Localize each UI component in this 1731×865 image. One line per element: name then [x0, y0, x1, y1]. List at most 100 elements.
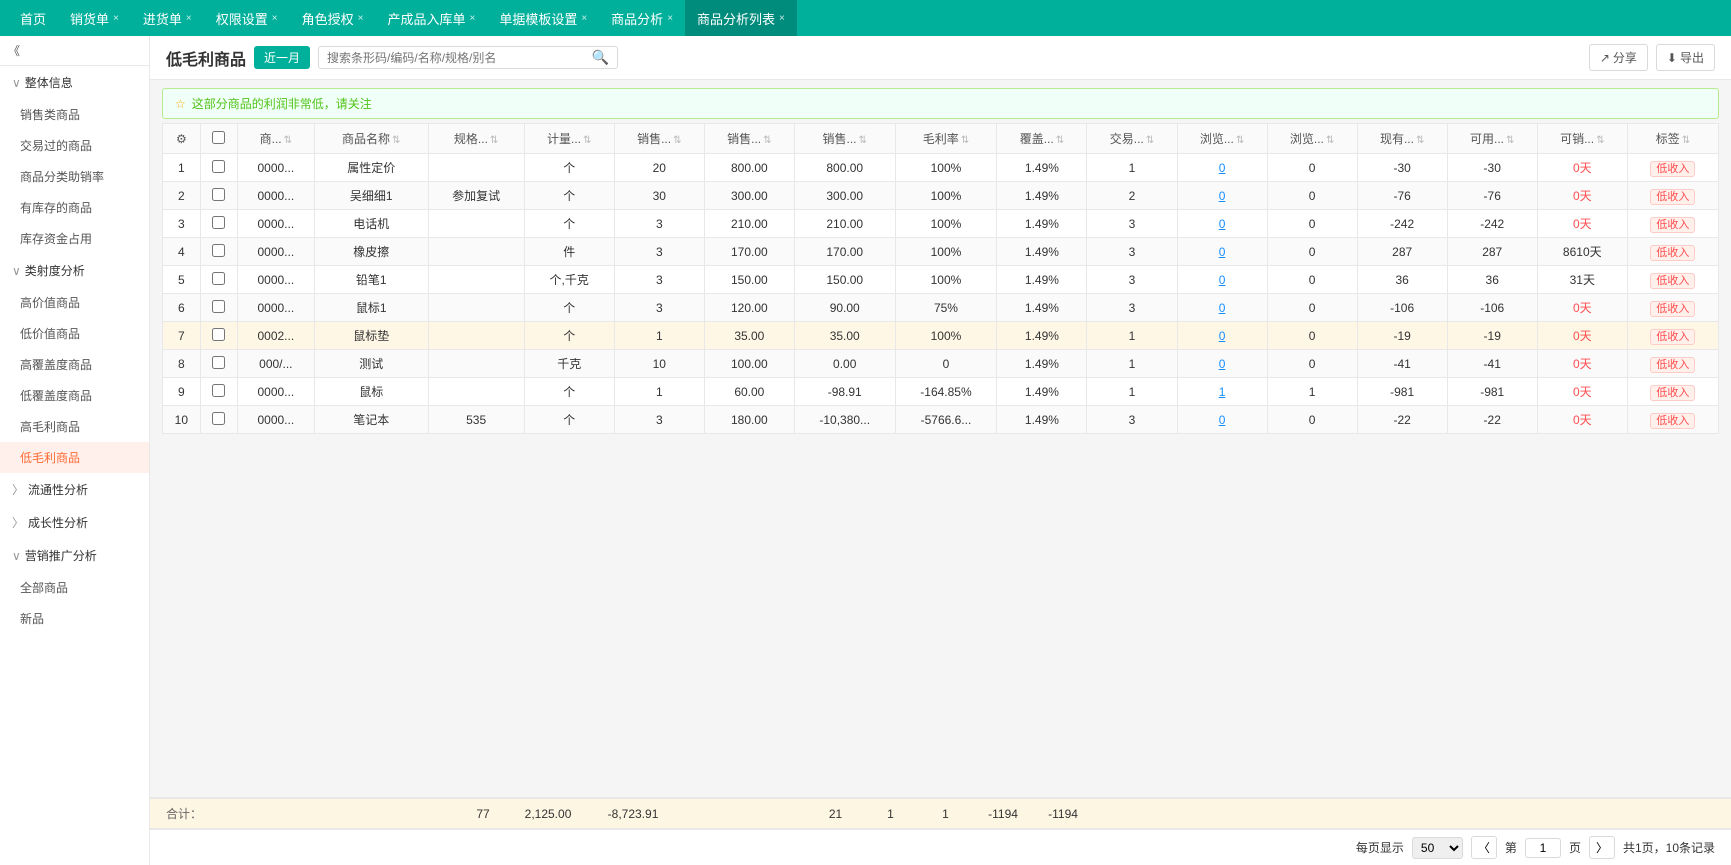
row-select-checkbox[interactable]: [212, 412, 225, 425]
row-browse1[interactable]: 0: [1177, 350, 1267, 378]
sidebar-item-new-goods[interactable]: 新品: [0, 603, 149, 634]
row-browse1[interactable]: 0: [1177, 266, 1267, 294]
col-code[interactable]: 商...⇅: [237, 124, 314, 154]
row-browse1[interactable]: 1: [1177, 378, 1267, 406]
close-icon[interactable]: ×: [581, 13, 587, 24]
col-trade[interactable]: 交易...⇅: [1087, 124, 1177, 154]
nav-permission-settings[interactable]: 权限设置 ×: [204, 0, 290, 36]
row-browse1[interactable]: 0: [1177, 322, 1267, 350]
col-available[interactable]: 可用...⇅: [1447, 124, 1537, 154]
close-icon[interactable]: ×: [272, 13, 278, 24]
col-browse2[interactable]: 浏览...⇅: [1267, 124, 1357, 154]
close-icon[interactable]: ×: [779, 13, 785, 24]
sidebar-group-class-analysis[interactable]: ∨ 类射度分析: [0, 254, 149, 287]
col-sale-amt[interactable]: 销售...⇅: [704, 124, 794, 154]
sidebar-item-high-value[interactable]: 高价值商品: [0, 287, 149, 318]
sidebar-item-low-coverage[interactable]: 低覆盖度商品: [0, 380, 149, 411]
nav-home[interactable]: 首页: [8, 0, 58, 36]
chevron-right-icon: 〉: [12, 481, 24, 498]
sidebar-item-traded-goods[interactable]: 交易过的商品: [0, 130, 149, 161]
table-row[interactable]: 10 0000... 笔记本 535 个 3 180.00 -10,380...…: [163, 406, 1719, 434]
sidebar-item-high-coverage[interactable]: 高覆盖度商品: [0, 349, 149, 380]
select-all-checkbox[interactable]: [212, 131, 225, 144]
row-unit: 千克: [524, 350, 614, 378]
page-input[interactable]: [1525, 838, 1561, 858]
sidebar-item-all-goods[interactable]: 全部商品: [0, 572, 149, 603]
row-select-checkbox[interactable]: [212, 244, 225, 257]
next-page-button[interactable]: 〉: [1589, 836, 1615, 859]
sidebar-collapse-btn[interactable]: 《: [8, 42, 141, 59]
table-row[interactable]: 2 0000... 吴细细1 参加复试 个 30 300.00 300.00 1…: [163, 182, 1719, 210]
table-row[interactable]: 5 0000... 铅笔1 个,千克 3 150.00 150.00 100% …: [163, 266, 1719, 294]
row-select-checkbox[interactable]: [212, 272, 225, 285]
col-name[interactable]: 商品名称⇅: [314, 124, 428, 154]
row-select-checkbox[interactable]: [212, 188, 225, 201]
close-icon[interactable]: ×: [469, 13, 475, 24]
sidebar-item-inventory-capital[interactable]: 库存资金占用: [0, 223, 149, 254]
date-filter-button[interactable]: 近一月: [254, 46, 310, 69]
col-sale-qty[interactable]: 销售...⇅: [614, 124, 704, 154]
row-sale-qty: 1: [614, 322, 704, 350]
row-browse1[interactable]: 0: [1177, 294, 1267, 322]
sidebar-item-low-margin[interactable]: 低毛利商品: [0, 442, 149, 473]
col-saleable[interactable]: 可销...⇅: [1537, 124, 1627, 154]
nav-purchase-order[interactable]: 进货单 ×: [131, 0, 204, 36]
row-select-checkbox[interactable]: [212, 216, 225, 229]
sidebar-group-marketing[interactable]: ∨ 营销推广分析: [0, 539, 149, 572]
table-row[interactable]: 8 000/... 测试 千克 10 100.00 0.00 0 1.49% 1…: [163, 350, 1719, 378]
row-browse1[interactable]: 0: [1177, 406, 1267, 434]
close-icon[interactable]: ×: [186, 13, 192, 24]
row-spec: [428, 210, 524, 238]
col-browse1[interactable]: 浏览...⇅: [1177, 124, 1267, 154]
nav-product-analysis-list[interactable]: 商品分析列表 ×: [685, 0, 797, 36]
search-input[interactable]: [327, 51, 592, 65]
nav-role-auth[interactable]: 角色授权 ×: [290, 0, 376, 36]
nav-product-analysis[interactable]: 商品分析 ×: [599, 0, 685, 36]
row-browse1[interactable]: 0: [1177, 238, 1267, 266]
row-select-checkbox[interactable]: [212, 384, 225, 397]
table-row[interactable]: 7 0002... 鼠标垫 个 1 35.00 35.00 100% 1.49%…: [163, 322, 1719, 350]
nav-product-entry[interactable]: 产成品入库单 ×: [375, 0, 487, 36]
col-sale-profit[interactable]: 销售...⇅: [794, 124, 895, 154]
nav-sales-order[interactable]: 销货单 ×: [58, 0, 131, 36]
col-unit[interactable]: 计量...⇅: [524, 124, 614, 154]
col-gross-rate[interactable]: 毛利率⇅: [895, 124, 997, 154]
row-name: 鼠标1: [314, 294, 428, 322]
col-current[interactable]: 现有...⇅: [1357, 124, 1447, 154]
row-select-checkbox[interactable]: [212, 300, 225, 313]
search-icon[interactable]: 🔍: [592, 49, 609, 66]
page-size-select[interactable]: 50 100 200: [1412, 837, 1463, 859]
row-browse1[interactable]: 0: [1177, 210, 1267, 238]
row-trade: 1: [1087, 322, 1177, 350]
export-button[interactable]: ⬇ 导出: [1656, 44, 1715, 71]
sidebar-item-low-value[interactable]: 低价值商品: [0, 318, 149, 349]
table-row[interactable]: 9 0000... 鼠标 个 1 60.00 -98.91 -164.85% 1…: [163, 378, 1719, 406]
close-icon[interactable]: ×: [358, 13, 364, 24]
row-browse1[interactable]: 0: [1177, 182, 1267, 210]
col-coverage[interactable]: 覆盖...⇅: [997, 124, 1087, 154]
row-checkbox: [200, 322, 237, 350]
row-select-checkbox[interactable]: [212, 356, 225, 369]
sidebar-group-growth[interactable]: 〉 成长性分析: [0, 506, 149, 539]
col-spec[interactable]: 规格...⇅: [428, 124, 524, 154]
row-select-checkbox[interactable]: [212, 328, 225, 341]
sidebar-group-overall[interactable]: ∨ 整体信息: [0, 66, 149, 99]
sidebar-item-in-stock[interactable]: 有库存的商品: [0, 192, 149, 223]
col-tag[interactable]: 标签⇅: [1627, 124, 1718, 154]
table-row[interactable]: 4 0000... 橡皮擦 件 3 170.00 170.00 100% 1.4…: [163, 238, 1719, 266]
prev-page-button[interactable]: 〈: [1471, 836, 1497, 859]
table-row[interactable]: 3 0000... 电话机 个 3 210.00 210.00 100% 1.4…: [163, 210, 1719, 238]
col-settings[interactable]: ⚙: [163, 124, 201, 154]
sidebar-item-high-margin[interactable]: 高毛利商品: [0, 411, 149, 442]
share-button[interactable]: ↗ 分享: [1589, 44, 1648, 71]
row-browse1[interactable]: 0: [1177, 154, 1267, 182]
table-row[interactable]: 6 0000... 鼠标1 个 3 120.00 90.00 75% 1.49%…: [163, 294, 1719, 322]
sidebar-group-circulation[interactable]: 〉 流通性分析: [0, 473, 149, 506]
sidebar-item-sales-goods[interactable]: 销售类商品: [0, 99, 149, 130]
close-icon[interactable]: ×: [667, 13, 673, 24]
nav-template-settings[interactable]: 单据模板设置 ×: [487, 0, 599, 36]
table-row[interactable]: 1 0000... 属性定价 个 20 800.00 800.00 100% 1…: [163, 154, 1719, 182]
sidebar-item-category-rate[interactable]: 商品分类助销率: [0, 161, 149, 192]
close-icon[interactable]: ×: [113, 13, 119, 24]
row-select-checkbox[interactable]: [212, 160, 225, 173]
